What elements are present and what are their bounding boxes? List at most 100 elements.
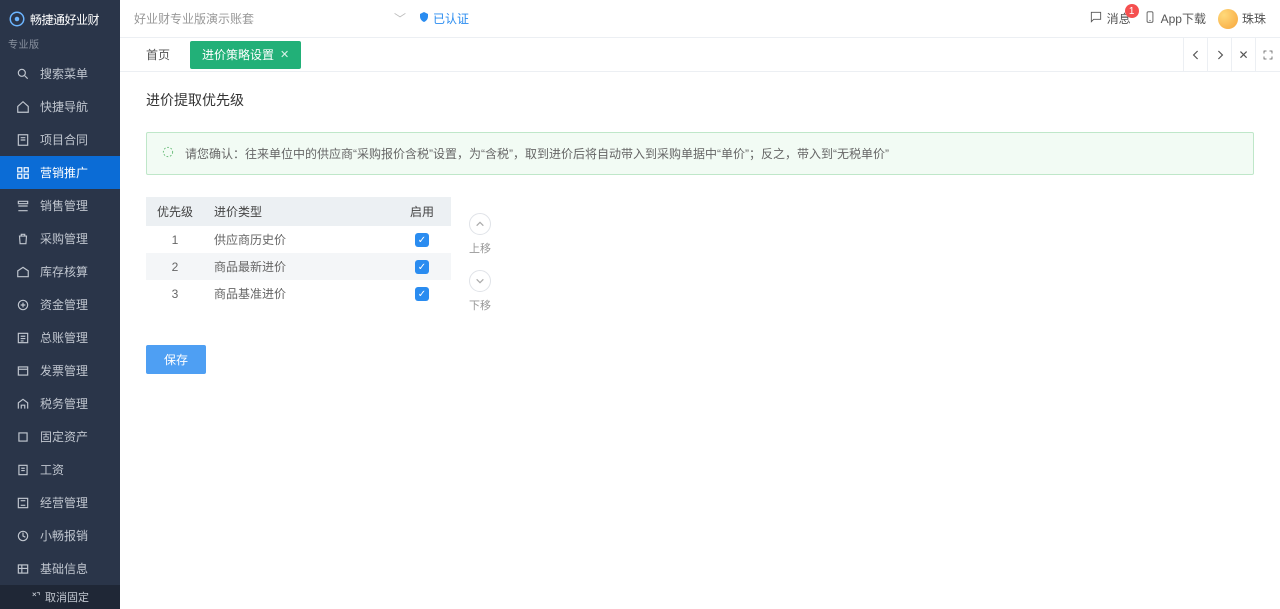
menu-icon	[16, 463, 30, 477]
menu-icon	[16, 364, 30, 378]
content: 进价提取优先级 请您确认：往来单位中的供应商“采购报价含税”设置，为“含税”，取…	[120, 72, 1280, 609]
fullscreen-button[interactable]	[1256, 38, 1280, 72]
brand-logo-icon	[8, 10, 26, 28]
menu-label: 销售管理	[40, 197, 88, 214]
brand-sub: 专业版	[0, 36, 120, 51]
menu-label: 税务管理	[40, 395, 88, 412]
sidebar-item-1[interactable]: 快捷导航	[0, 90, 120, 123]
notice: 请您确认：往来单位中的供应商“采购报价含税”设置，为“含税”，取到进价后将自动带…	[146, 132, 1254, 175]
messages-badge: 1	[1125, 4, 1139, 18]
message-icon	[1089, 10, 1103, 27]
phone-icon	[1143, 10, 1157, 27]
menu-label: 总账管理	[40, 329, 88, 346]
cell-type: 供应商历史价	[204, 226, 393, 253]
user-name: 珠珠	[1242, 10, 1266, 27]
menu-label: 资金管理	[40, 296, 88, 313]
tab-home[interactable]: 首页	[134, 41, 182, 69]
menu-label: 经营管理	[40, 494, 88, 511]
pin-icon	[31, 591, 41, 604]
sidebar-item-14[interactable]: 小畅报销	[0, 519, 120, 552]
menu-label: 搜索菜单	[40, 65, 88, 82]
menu-label: 发票管理	[40, 362, 88, 379]
sidebar-item-3[interactable]: 营销推广	[0, 156, 120, 189]
menu-icon	[16, 67, 30, 81]
brand: 畅捷通好业财	[0, 0, 120, 38]
sidebar-item-6[interactable]: 库存核算	[0, 255, 120, 288]
col-type: 进价类型	[204, 197, 393, 226]
shield-icon	[418, 11, 430, 26]
tab-close-all-button[interactable]: ✕	[1232, 38, 1256, 72]
table-row[interactable]: 1供应商历史价✓	[146, 226, 451, 253]
sidebar-item-8[interactable]: 总账管理	[0, 321, 120, 354]
menu-icon	[16, 496, 30, 510]
menu-icon	[16, 430, 30, 444]
sidebar-item-11[interactable]: 固定资产	[0, 420, 120, 453]
sidebar-item-10[interactable]: 税务管理	[0, 387, 120, 420]
menu-icon	[16, 232, 30, 246]
move-up-button[interactable]	[469, 213, 491, 235]
sidebar: 畅捷通好业财 专业版 搜索菜单快捷导航项目合同营销推广销售管理采购管理库存核算资…	[0, 0, 120, 609]
tab-active-label: 进价策略设置	[202, 46, 274, 63]
checkbox-checked-icon[interactable]: ✓	[415, 260, 429, 274]
download-label: App下载	[1161, 10, 1206, 27]
save-button[interactable]: 保存	[146, 345, 206, 374]
checkbox-checked-icon[interactable]: ✓	[415, 233, 429, 247]
tab-home-label: 首页	[146, 46, 170, 63]
cell-enable: ✓	[393, 253, 451, 280]
menu-icon	[16, 562, 30, 576]
menu-icon	[16, 298, 30, 312]
menu-label: 营销推广	[40, 164, 88, 181]
sidebar-item-4[interactable]: 销售管理	[0, 189, 120, 222]
tab-prev-button[interactable]	[1184, 38, 1208, 72]
sidebar-item-0[interactable]: 搜索菜单	[0, 57, 120, 90]
main: 好业财专业版演示账套 ﹀ 已认证 消息 1 Ap	[120, 0, 1280, 609]
sidebar-item-2[interactable]: 项目合同	[0, 123, 120, 156]
close-icon[interactable]: ✕	[280, 48, 289, 61]
sidebar-item-15[interactable]: 基础信息	[0, 552, 120, 585]
move-up-label: 上移	[469, 240, 491, 256]
avatar	[1218, 9, 1238, 29]
tenant-selector[interactable]: 好业财专业版演示账套 ﹀	[134, 10, 406, 27]
move-down-button[interactable]	[469, 270, 491, 292]
menu-icon	[16, 133, 30, 147]
tenant-name: 好业财专业版演示账套	[134, 10, 254, 27]
priority-table: 优先级 进价类型 启用 1供应商历史价✓2商品最新进价✓3商品基准进价✓	[146, 197, 451, 307]
sidebar-menu: 搜索菜单快捷导航项目合同营销推广销售管理采购管理库存核算资金管理总账管理发票管理…	[0, 53, 120, 609]
user-menu[interactable]: 珠珠	[1218, 9, 1266, 29]
table-row[interactable]: 2商品最新进价✓	[146, 253, 451, 280]
tabs-actions: ✕	[1183, 38, 1280, 71]
messages-button[interactable]: 消息 1	[1089, 10, 1131, 27]
tab-next-button[interactable]	[1208, 38, 1232, 72]
move-controls: 上移 下移	[469, 197, 491, 313]
tab-active[interactable]: 进价策略设置 ✕	[190, 41, 301, 69]
verified-label: 已认证	[433, 10, 469, 27]
sidebar-item-13[interactable]: 经营管理	[0, 486, 120, 519]
menu-label: 项目合同	[40, 131, 88, 148]
tabs-row: 首页 进价策略设置 ✕ ✕	[120, 38, 1280, 72]
menu-label: 基础信息	[40, 560, 88, 577]
info-icon	[161, 145, 175, 162]
cell-type: 商品基准进价	[204, 280, 393, 307]
sidebar-pin-toggle[interactable]: 取消固定	[0, 585, 120, 609]
cell-enable: ✓	[393, 226, 451, 253]
app-download-button[interactable]: App下载	[1143, 10, 1206, 27]
sidebar-item-5[interactable]: 采购管理	[0, 222, 120, 255]
chevron-down-icon: ﹀	[394, 10, 406, 27]
menu-label: 快捷导航	[40, 98, 88, 115]
checkbox-checked-icon[interactable]: ✓	[415, 287, 429, 301]
menu-label: 采购管理	[40, 230, 88, 247]
col-enable: 启用	[393, 197, 451, 226]
menu-icon	[16, 199, 30, 213]
cell-priority: 2	[146, 253, 204, 280]
col-priority: 优先级	[146, 197, 204, 226]
menu-icon	[16, 265, 30, 279]
notice-text: 请您确认：往来单位中的供应商“采购报价含税”设置，为“含税”，取到进价后将自动带…	[185, 145, 889, 162]
sidebar-item-12[interactable]: 工资	[0, 453, 120, 486]
menu-icon	[16, 397, 30, 411]
brand-name: 畅捷通好业财	[30, 11, 99, 28]
table-row[interactable]: 3商品基准进价 ✓	[146, 280, 451, 307]
cell-priority: 3	[146, 280, 204, 307]
verified-badge: 已认证	[418, 10, 469, 27]
sidebar-item-7[interactable]: 资金管理	[0, 288, 120, 321]
sidebar-item-9[interactable]: 发票管理	[0, 354, 120, 387]
